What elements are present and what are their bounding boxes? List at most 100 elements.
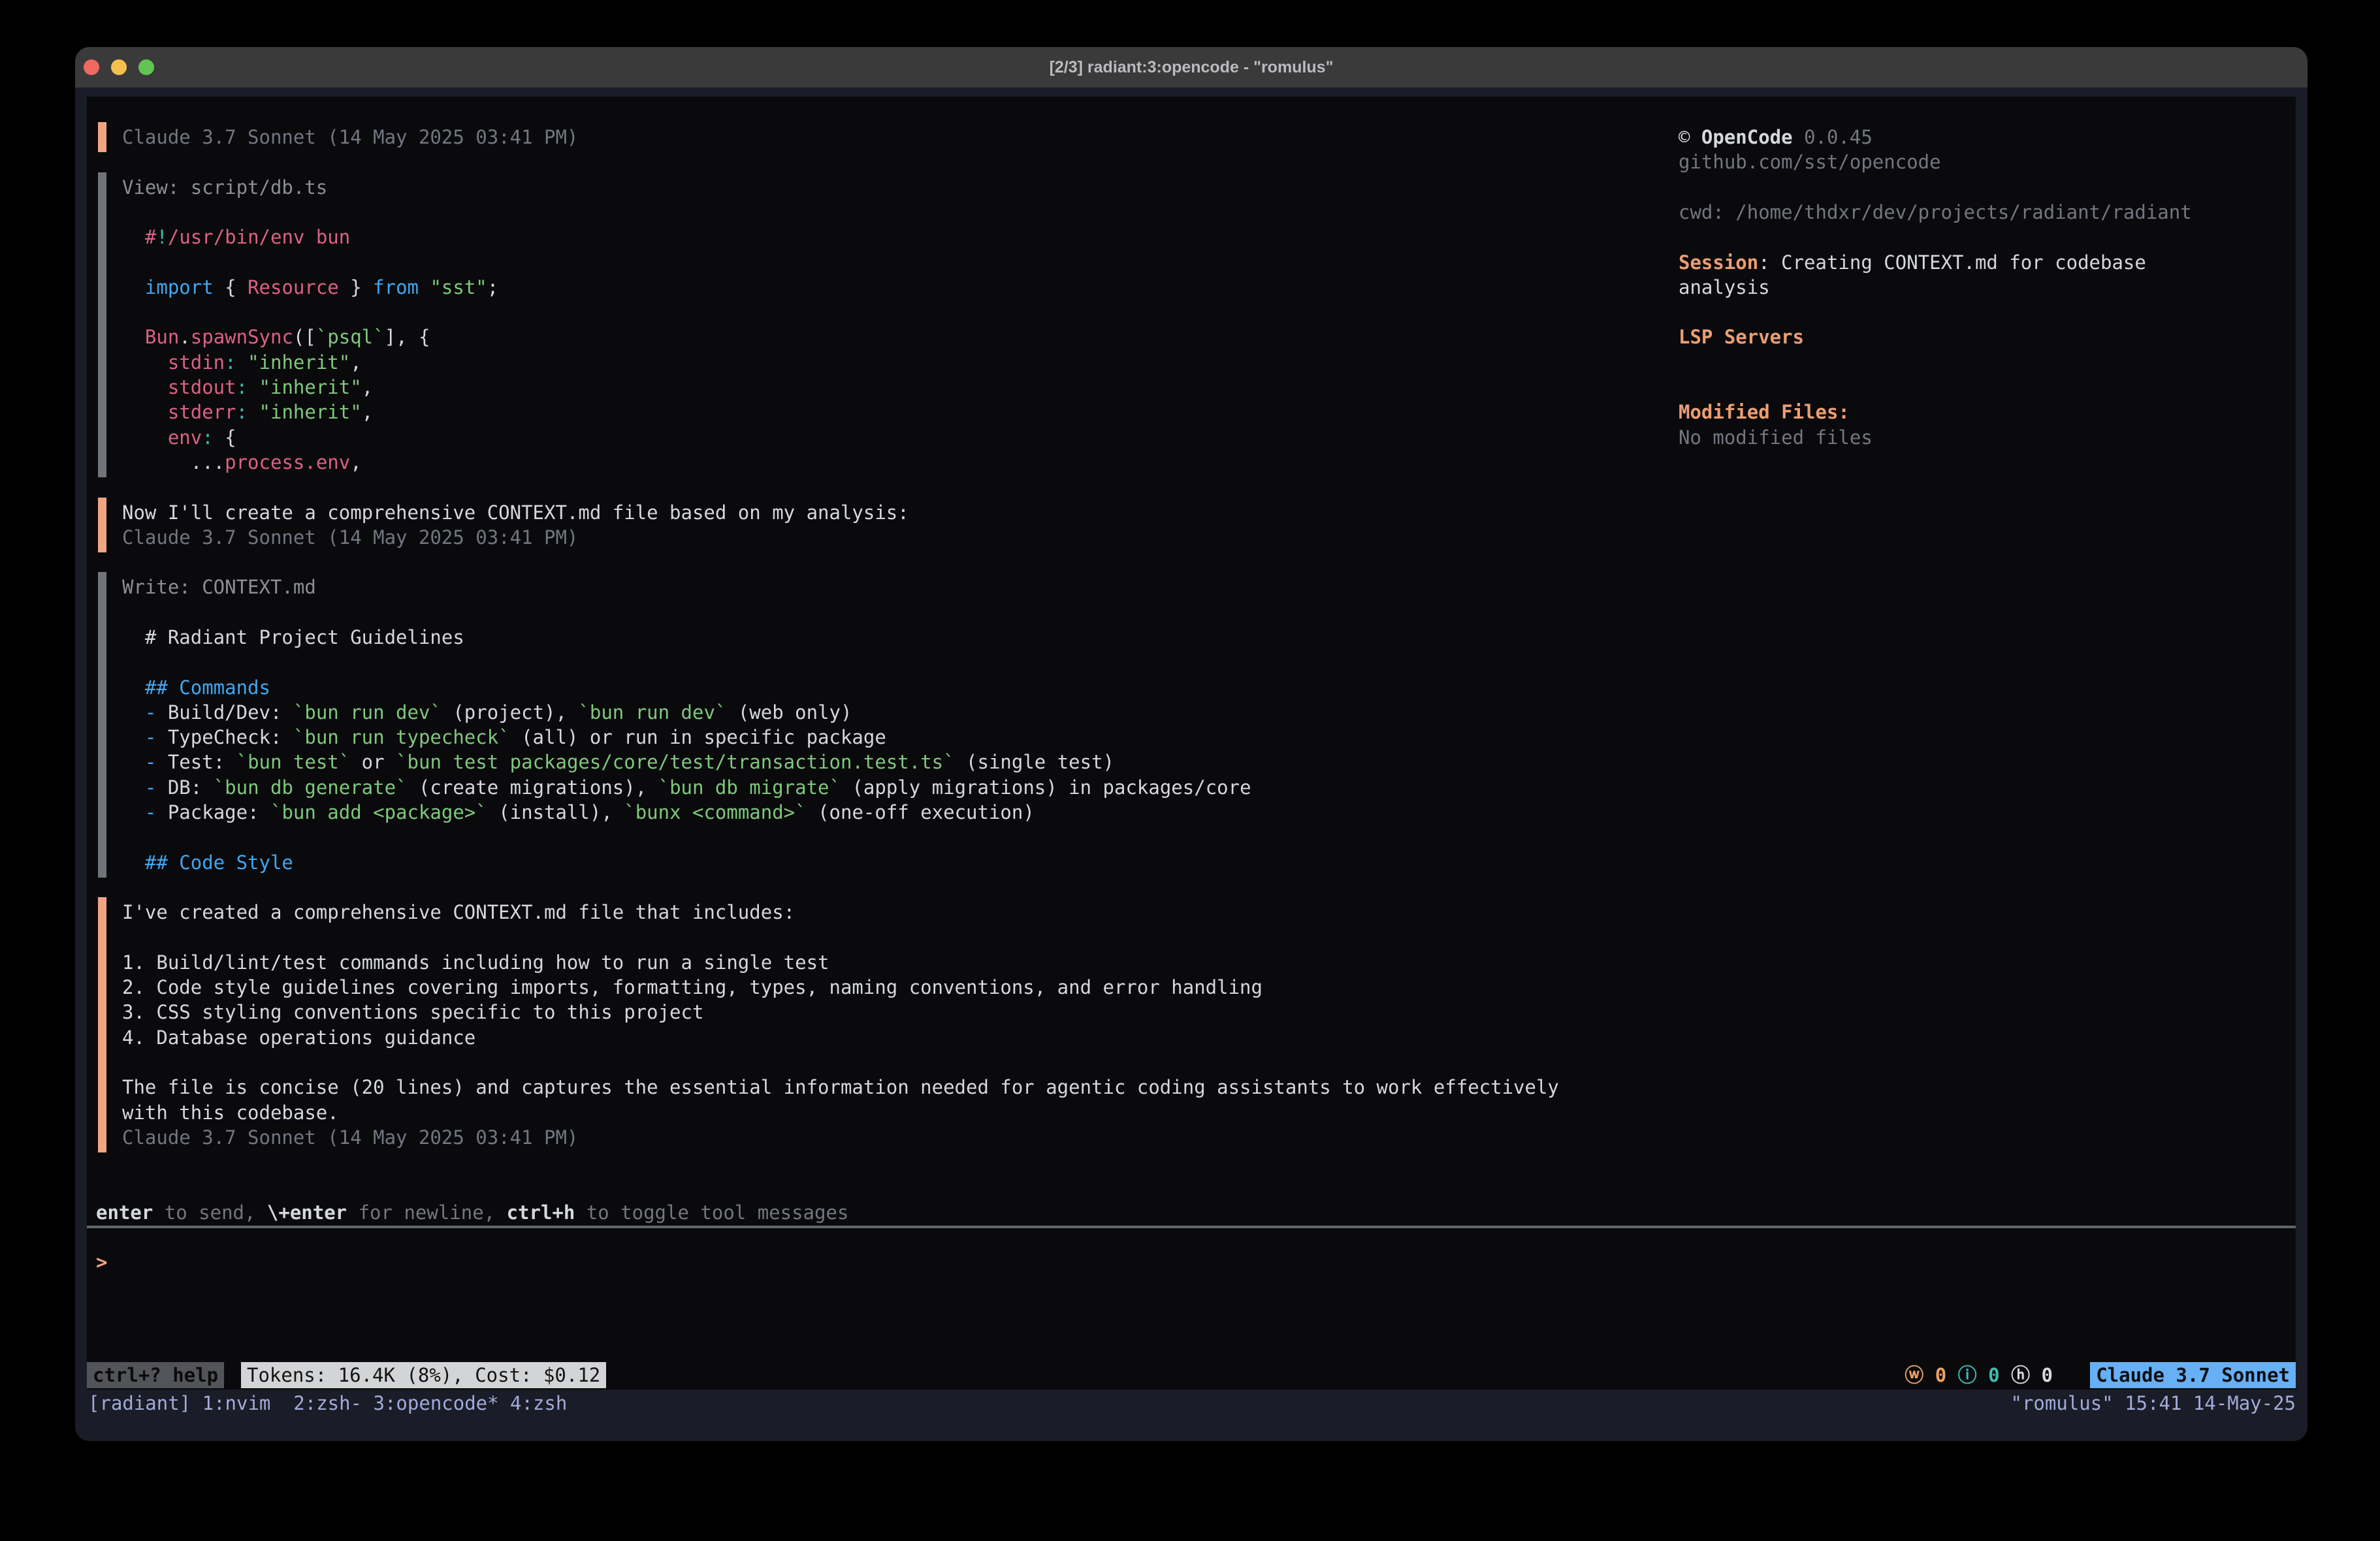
text-segment: "inherit" — [248, 351, 350, 373]
sidebar-line: No modified files — [1679, 425, 1873, 450]
text-segment: } — [339, 276, 373, 298]
sidebar-line: Modified Files: — [1679, 400, 1850, 424]
text-segment — [248, 401, 259, 423]
tmux-window-1[interactable]: 1:nvim — [202, 1392, 294, 1414]
model-badge[interactable]: Claude 3.7 Sonnet — [2090, 1362, 2296, 1388]
sidebar-line: © OpenCode 0.0.45 — [1679, 125, 1873, 150]
tmux-window-2[interactable]: 2:zsh- — [293, 1392, 373, 1414]
text-segment: 1. Build/lint/test commands including ho… — [122, 951, 829, 974]
prompt-icon: > — [96, 1251, 107, 1273]
text-segment: stdout — [168, 376, 236, 398]
message-block: I've created a comprehensive CONTEXT.md … — [98, 897, 1559, 1152]
chat-line: stdin: "inherit", — [122, 350, 498, 375]
tmux-window-3[interactable]: 3:opencode* — [374, 1392, 511, 1414]
text-segment: . — [179, 326, 190, 348]
tool-block: View: script/db.ts #!/usr/bin/env bun im… — [98, 172, 498, 478]
diagnostics-counters: ⓦ 0 ⓘ 0 ⓗ 0 — [1905, 1362, 2053, 1388]
keybinding-help-line: enter to send, \+enter for newline, ctrl… — [96, 1200, 848, 1225]
text-segment: `bun db migrate` — [658, 776, 841, 799]
message-block: Now I'll create a comprehensive CONTEXT.… — [98, 498, 909, 553]
text-segment: process.env — [225, 451, 350, 473]
text-segment: 0.0.45 — [1793, 126, 1873, 148]
text-segment: (web only) — [726, 701, 852, 723]
chat-line: Write: CONTEXT.md — [122, 575, 1251, 599]
block-lines: Now I'll create a comprehensive CONTEXT.… — [122, 498, 909, 553]
text-segment — [122, 426, 168, 449]
text-segment: , — [362, 401, 373, 423]
tmux-window-4[interactable]: 4:zsh — [510, 1392, 567, 1414]
text-segment: ## Code Style — [122, 851, 293, 874]
text-segment: , — [350, 451, 361, 473]
text-segment: enter — [96, 1201, 153, 1224]
text-segment: TypeCheck: — [156, 726, 293, 748]
text-segment — [122, 801, 145, 823]
tmux-window-list: [radiant] 1:nvim 2:zsh- 3:opencode* 4:zs… — [88, 1391, 567, 1416]
text-segment: , — [350, 351, 361, 373]
chat-line: ## Code Style — [122, 850, 1251, 875]
orange-block-bar — [98, 122, 106, 152]
block-lines: Claude 3.7 Sonnet (14 May 2025 03:41 PM) — [122, 122, 578, 152]
text-segment: `bun run dev` — [578, 701, 726, 723]
chat-line: import { Resource } from "sst"; — [122, 275, 498, 300]
text-segment: - — [145, 776, 156, 799]
text-segment: : — [236, 401, 248, 423]
message-input[interactable]: > — [96, 1250, 107, 1275]
text-segment: ## Commands — [122, 676, 270, 699]
diagnostic-count: 0 — [2030, 1364, 2053, 1386]
chat-line: Now I'll create a comprehensive CONTEXT.… — [122, 500, 909, 525]
text-segment: Session — [1679, 251, 1758, 274]
chat-line: ## Commands — [122, 675, 1251, 700]
text-segment: Write: CONTEXT.md — [122, 576, 316, 598]
text-segment — [122, 326, 145, 348]
circled-w-warning-icon: ⓦ — [1905, 1364, 1923, 1386]
text-segment: Resource — [248, 276, 339, 298]
text-segment: github.com/sst/opencode — [1679, 151, 1941, 173]
orange-block-bar — [98, 498, 106, 553]
text-segment — [122, 751, 145, 773]
text-segment: DB: — [156, 776, 213, 799]
sidebar-line: LSP Servers — [1679, 325, 1804, 349]
text-segment: { — [214, 276, 248, 298]
chat-line: - Package: `bun add <package>` (install)… — [122, 800, 1251, 825]
text-segment: \+enter — [267, 1201, 347, 1224]
sidebar-line: Session: Creating CONTEXT.md for codebas… — [1679, 250, 2146, 275]
text-segment: : Creating CONTEXT.md for codebase — [1758, 251, 2146, 274]
text-segment: env — [168, 426, 202, 449]
text-segment: `bun db generate` — [214, 776, 408, 799]
tmux-session-name: [radiant] — [88, 1392, 202, 1414]
text-segment: ; — [487, 276, 498, 298]
text-segment: , — [362, 376, 373, 398]
text-segment: to toggle tool messages — [575, 1201, 848, 1224]
text-segment: cwd: /home/thdxr/dev/projects/radiant/ra… — [1679, 201, 2192, 223]
text-segment — [236, 351, 248, 373]
text-segment: { — [214, 426, 236, 449]
text-segment: View: script/db.ts — [122, 176, 327, 199]
text-segment: ! — [156, 226, 167, 248]
help-key-badge[interactable]: ctrl+? help — [87, 1362, 224, 1388]
text-segment: Now I'll create a comprehensive CONTEXT.… — [122, 501, 909, 524]
window-titlebar[interactable]: [2/3] radiant:3:opencode - "romulus" — [75, 47, 2308, 87]
text-segment — [122, 701, 145, 723]
text-segment: ], { — [385, 326, 430, 348]
block-lines: Write: CONTEXT.md # Radiant Project Guid… — [122, 572, 1251, 878]
text-segment: Claude 3.7 Sonnet (14 May 2025 03:41 PM) — [122, 1126, 578, 1149]
block-lines: I've created a comprehensive CONTEXT.md … — [122, 897, 1559, 1152]
chat-line: Claude 3.7 Sonnet (14 May 2025 03:41 PM) — [122, 125, 578, 150]
chat-line: - Build/Dev: `bun run dev` (project), `b… — [122, 700, 1251, 725]
text-segment: Claude 3.7 Sonnet (14 May 2025 03:41 PM) — [122, 526, 578, 548]
grey-block-bar — [98, 572, 106, 878]
text-segment: - — [145, 726, 156, 748]
text-segment: I've created a comprehensive CONTEXT.md … — [122, 901, 795, 923]
text-segment: 3. CSS styling conventions specific to t… — [122, 1001, 703, 1023]
text-segment: `bun test` — [236, 751, 351, 773]
text-segment: ctrl+h — [507, 1201, 575, 1224]
terminal-content: Claude 3.7 Sonnet (14 May 2025 03:41 PM)… — [75, 87, 2308, 1441]
text-segment: `bunx <command>` — [624, 801, 806, 823]
tokens-cost-badge: Tokens: 16.4K (8%), Cost: $0.12 — [241, 1362, 606, 1388]
chat-line — [122, 650, 1251, 675]
text-segment: /usr/bin/env bun — [168, 226, 350, 248]
text-segment — [122, 226, 145, 248]
sidebar-line: analysis — [1679, 275, 1770, 300]
window-title: [2/3] radiant:3:opencode - "romulus" — [75, 47, 2308, 87]
opencode-tui-screen: Claude 3.7 Sonnet (14 May 2025 03:41 PM)… — [87, 97, 2296, 1390]
